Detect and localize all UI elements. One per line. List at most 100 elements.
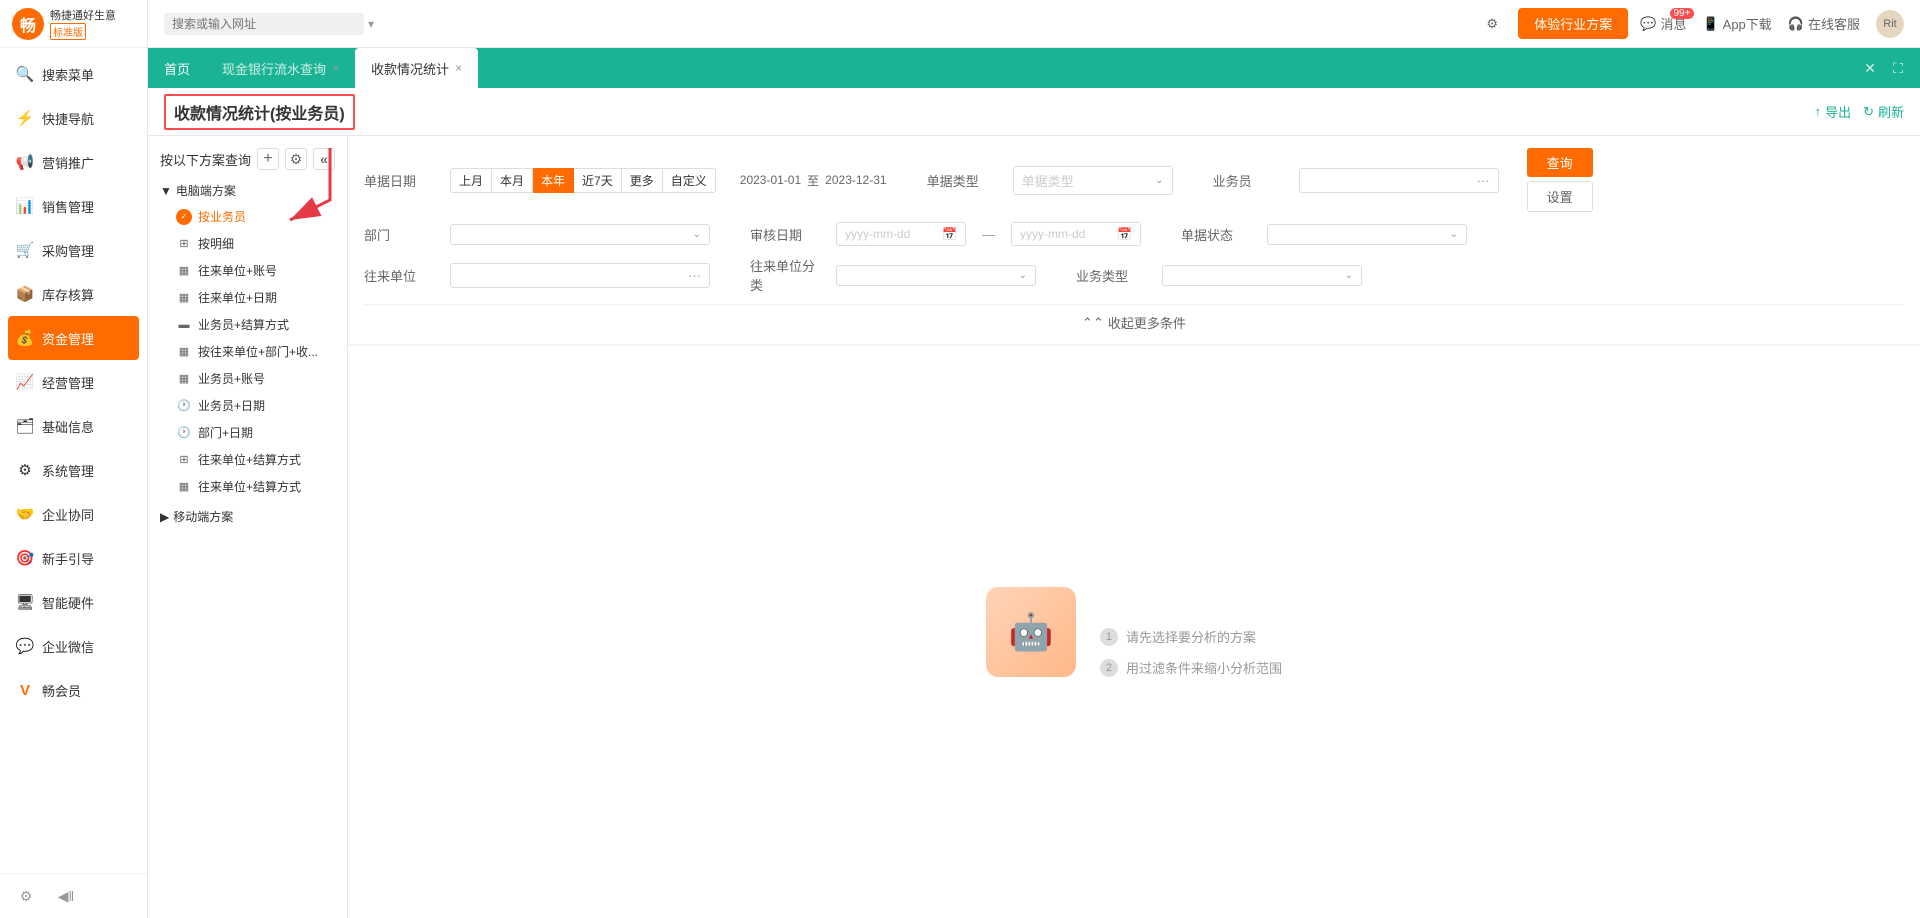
desktop-label: 电脑端方案 [176,182,236,199]
date-btn-last-month[interactable]: 上月 [450,168,492,193]
salesperson-account-icon: ▦ [176,371,192,387]
main-content: ▾ ⚙ 体验行业方案 💬 消息 99+ 📱 App下载 🎧 在线客服 Rit [148,0,1920,918]
doc-type-arrow: ⌄ [1155,175,1163,186]
salesperson-select[interactable]: ··· [1299,168,1499,193]
dept-date-icon: 🕐 [176,425,192,441]
doc-status-select[interactable]: ⌄ [1267,224,1467,245]
tree-item-partner-account[interactable]: ▦ 往来单位+账号 [156,257,339,284]
nav-label-marketing: 营销推广 [42,153,94,172]
partner-settlement1-icon: ⊞ [176,452,192,468]
tree-item-partner-date[interactable]: ▦ 往来单位+日期 [156,284,339,311]
sidebar-item-search[interactable]: 🔍 搜索菜单 [0,52,147,96]
breadcrumb-arrow[interactable]: ▾ [368,17,374,31]
sidebar-item-operation[interactable]: 📈 经营管理 [0,360,147,404]
review-date-start[interactable]: yyyy-mm-dd 📅 [836,222,966,246]
sidebar-item-sales[interactable]: 📊 销售管理 [0,184,147,228]
sidebar-item-purchase[interactable]: 🛒 采购管理 [0,228,147,272]
date-sep: 至 [807,172,819,189]
sidebar-item-system[interactable]: ⚙ 系统管理 [0,448,147,492]
settings-gear-btn[interactable]: ⚙ [1478,10,1506,38]
tree-item-salesperson-account[interactable]: ▦ 业务员+账号 [156,365,339,392]
query-button[interactable]: 查询 [1527,148,1593,177]
refresh-button[interactable]: ↻ 刷新 [1863,102,1904,121]
tab-collection-stat-close[interactable]: × [455,61,462,75]
sales-icon: 📊 [16,197,34,215]
sidebar-item-basic[interactable]: 🗂 基础信息 [0,404,147,448]
counterpart-category-select[interactable]: ⌄ [836,265,1036,286]
sidebar-item-wechat[interactable]: 💬 企业微信 [0,624,147,668]
tree-item-salesperson-date[interactable]: 🕐 业务员+日期 [156,392,339,419]
active-item-icon: ✓ [176,209,192,225]
nav-label-vip: 畅会员 [42,681,81,700]
empty-robot-icon: 🤖 [986,587,1076,677]
tab-bank-flow[interactable]: 现金银行流水查询 × [206,48,355,88]
doc-type-label: 单据类型 [927,171,997,190]
tree-item-by-salesperson[interactable]: ✓ 按业务员 [156,203,339,230]
window-maximize-btn[interactable]: ⛶ [1888,58,1908,78]
review-date-end[interactable]: yyyy-mm-dd 📅 [1011,222,1141,246]
tree-item-detail[interactable]: ⊞ 按明细 [156,230,339,257]
tree-item-salesperson-date-label: 业务员+日期 [198,397,265,414]
tree-item-salesperson-settlement[interactable]: ▬ 业务员+结算方式 [156,311,339,338]
tab-bank-flow-close[interactable]: × [332,61,339,75]
dept-select[interactable]: ⌄ [450,224,710,245]
date-btn-7days[interactable]: 近7天 [574,168,622,193]
nav-label-search: 搜索菜单 [42,65,94,84]
biz-type-select[interactable]: ⌄ [1162,265,1362,286]
sidebar-item-quick[interactable]: ⚡ 快捷导航 [0,96,147,140]
salesperson-input-wrap: ··· [1299,168,1499,193]
purchase-icon: 🛒 [16,241,34,259]
address-input[interactable] [164,13,364,35]
collapse-btn[interactable]: ⌃⌃ 收起更多条件 [1082,313,1186,332]
panel-add-btn[interactable]: + [257,148,279,170]
counterpart-more-btn[interactable]: ··· [688,268,701,283]
online-service-btn[interactable]: 🎧 在线客服 [1788,14,1860,33]
doc-type-select[interactable]: 单据类型 ⌄ [1013,166,1173,195]
app-download-btn[interactable]: 📱 App下载 [1702,14,1771,33]
mobile-section-header[interactable]: ▶ 移动端方案 [156,504,339,529]
tree-item-partner-settlement1[interactable]: ⊞ 往来单位+结算方式 [156,446,339,473]
sidebar-item-finance[interactable]: 💰 资金管理 [8,316,139,360]
footer-settings-btn[interactable]: ⚙ [12,882,40,910]
desktop-section-header[interactable]: ▼ 电脑端方案 [156,178,339,203]
tree-item-dept-date[interactable]: 🕐 部门+日期 [156,419,339,446]
sidebar-item-enterprise[interactable]: 🤝 企业协同 [0,492,147,536]
page-actions: ↑ 导出 ↻ 刷新 [1815,102,1904,121]
message-btn[interactable]: 💬 消息 99+ [1640,14,1686,33]
sidebar-item-inventory[interactable]: 📦 库存核算 [0,272,147,316]
salesperson-more[interactable]: ··· [1477,173,1490,188]
filter-settings-button[interactable]: 设置 [1527,181,1593,212]
footer-collapse-btn[interactable]: ◀‖ [52,882,80,910]
sidebar-item-hardware[interactable]: 🖥 智能硬件 [0,580,147,624]
step-num-1: 1 [1100,628,1118,646]
sidebar-item-guide[interactable]: 🎯 新手引导 [0,536,147,580]
date-btn-custom[interactable]: 自定义 [663,168,716,193]
sidebar-item-vip[interactable]: V 畅会员 [0,668,147,712]
tab-collection-stat[interactable]: 收款情况统计 × [355,48,478,88]
doc-type-value: 单据类型 [1022,171,1074,190]
date-btn-this-year[interactable]: 本年 [533,168,574,193]
tree-item-partner-dept[interactable]: ▦ 按往来单位+部门+收... [156,338,339,365]
topbar: ▾ ⚙ 体验行业方案 💬 消息 99+ 📱 App下载 🎧 在线客服 Rit [148,0,1920,48]
filter-actions: 查询 设置 [1527,148,1593,212]
tab-home[interactable]: 首页 [148,48,206,88]
user-avatar[interactable]: Rit [1876,10,1904,38]
date-btn-this-month[interactable]: 本月 [492,168,533,193]
export-button[interactable]: ↑ 导出 [1815,102,1852,121]
trial-button[interactable]: 体验行业方案 [1518,8,1628,39]
mobile-arrow: ▶ [160,510,169,524]
counterpart-input-wrap[interactable]: ··· [450,263,710,288]
search-icon: 🔍 [16,65,34,83]
nav-label-quick: 快捷导航 [42,109,94,128]
breadcrumb: ▾ [164,13,1466,35]
page-header: 收款情况统计(按业务员) ↑ 导出 ↻ 刷新 [148,88,1920,136]
panel-collapse-btn[interactable]: « [313,148,335,170]
panel-settings-btn[interactable]: ⚙ [285,148,307,170]
tree-item-partner-settlement2[interactable]: ▦ 往来单位+结算方式 [156,473,339,500]
date-btn-more[interactable]: 更多 [622,168,663,193]
system-icon: ⚙ [16,461,34,479]
window-close-btn[interactable]: ✕ [1860,58,1880,78]
sidebar-item-marketing[interactable]: 📢 营销推广 [0,140,147,184]
date-start-display: 2023-01-01 [740,173,801,187]
enterprise-icon: 🤝 [16,505,34,523]
